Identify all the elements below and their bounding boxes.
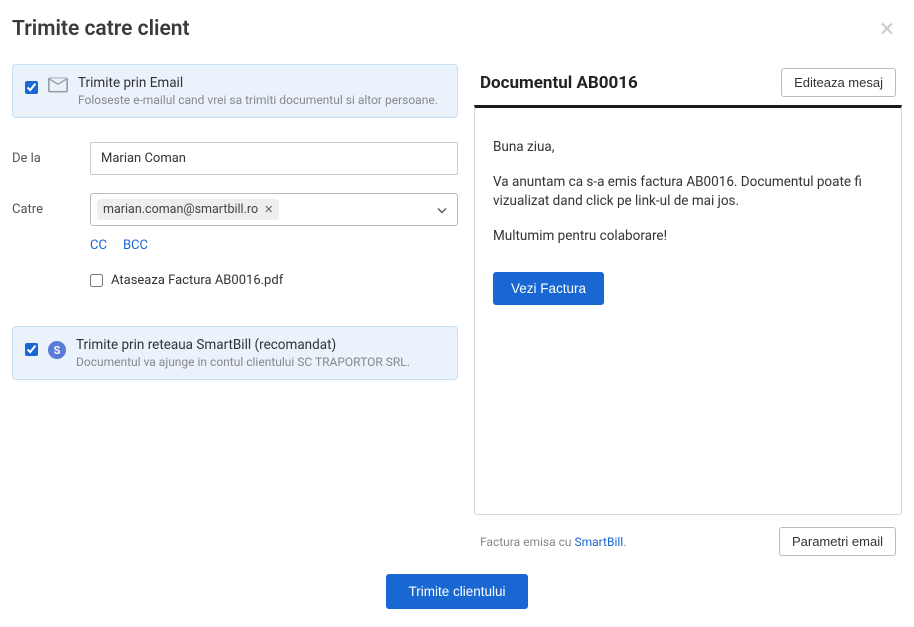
option-network-title: Trimite prin reteaua SmartBill (recomand… — [76, 337, 445, 353]
option-email-desc: Foloseste e-mailul cand vrei sa trimiti … — [78, 93, 445, 107]
edit-message-button[interactable]: Editeaza mesaj — [781, 68, 896, 97]
bcc-link[interactable]: BCC — [123, 238, 148, 253]
recipient-chip-label: marian.coman@smartbill.ro — [103, 202, 258, 217]
send-to-client-modal: Trimite catre client × Trimite prin Emai… — [0, 0, 914, 627]
preview-title: Documentul AB0016 — [480, 73, 638, 93]
modal-title: Trimite catre client — [12, 17, 190, 41]
attach-label: Ataseaza Factura AB0016.pdf — [111, 273, 283, 288]
to-select[interactable]: marian.coman@smartbill.ro ✕ — [90, 193, 458, 226]
preview-greeting: Buna ziua, — [493, 138, 883, 157]
submit-button[interactable]: Trimite clientului — [386, 574, 527, 609]
email-params-button[interactable]: Parametri email — [779, 527, 896, 556]
from-input[interactable] — [90, 142, 458, 175]
option-email-title: Trimite prin Email — [78, 75, 445, 91]
to-label: Catre — [12, 202, 90, 217]
cc-link[interactable]: CC — [90, 238, 107, 253]
option-network[interactable]: S Trimite prin reteaua SmartBill (recoma… — [12, 326, 458, 380]
close-icon[interactable]: × — [880, 16, 894, 42]
option-network-checkbox[interactable] — [25, 343, 38, 356]
smartbill-link[interactable]: SmartBill — [575, 535, 624, 549]
from-label: De la — [12, 151, 90, 166]
preview-footer-text: Factura emisa cu SmartBill. — [480, 535, 626, 549]
chevron-down-icon[interactable] — [437, 202, 447, 217]
option-email-checkbox[interactable] — [25, 81, 38, 94]
email-icon — [48, 77, 68, 93]
option-email[interactable]: Trimite prin Email Foloseste e-mailul ca… — [12, 64, 458, 118]
preview-body-2: Multumim pentru colaborare! — [493, 227, 883, 246]
view-invoice-button[interactable]: Vezi Factura — [493, 272, 604, 305]
recipient-chip: marian.coman@smartbill.ro ✕ — [97, 199, 279, 220]
remove-chip-icon[interactable]: ✕ — [264, 203, 273, 216]
email-preview: Buna ziua, Va anuntam ca s-a emis factur… — [474, 105, 902, 515]
preview-body-1: Va anuntam ca s-a emis factura AB0016. D… — [493, 173, 883, 211]
option-network-desc: Documentul va ajunge in contul clientulu… — [76, 355, 445, 369]
network-icon: S — [48, 341, 66, 359]
attach-checkbox[interactable] — [90, 274, 103, 287]
